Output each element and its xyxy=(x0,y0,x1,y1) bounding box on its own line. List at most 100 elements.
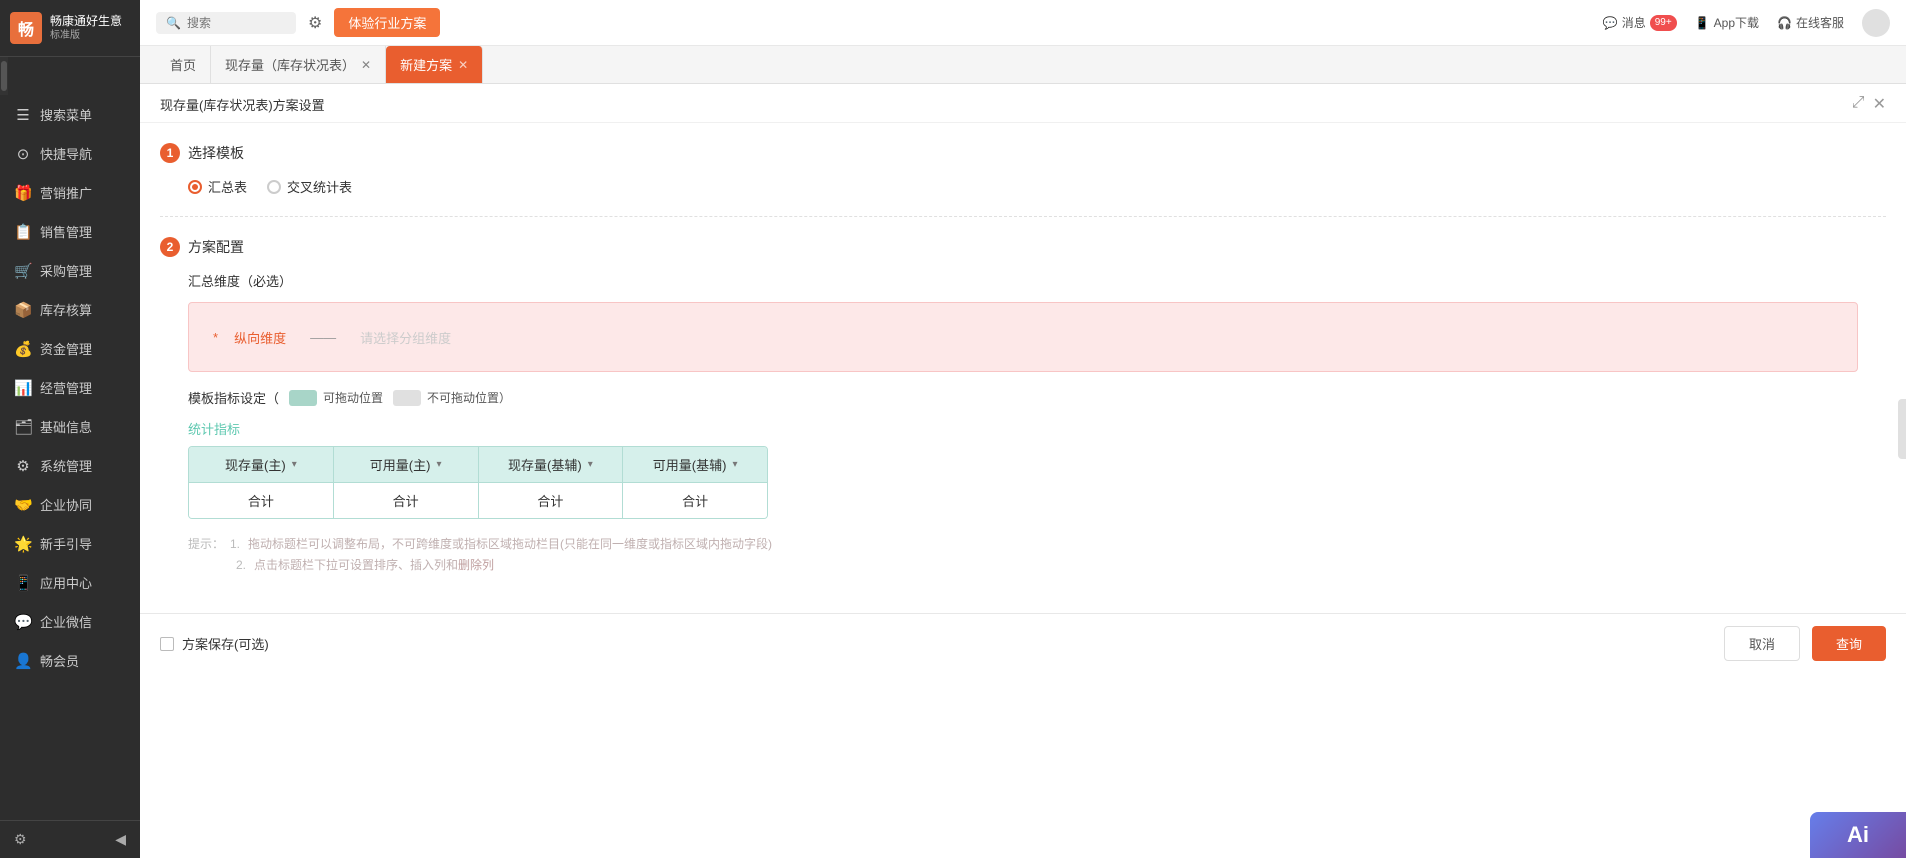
sidebar-item-sales[interactable]: 📋 销售管理 xyxy=(0,212,140,251)
stats-col-2-body: 合计 xyxy=(479,483,623,518)
divider1 xyxy=(160,216,1886,217)
sidebar-item-operations[interactable]: 📊 经营管理 xyxy=(0,368,140,407)
tips-section: 提示： 1. 拖动标题栏可以调整布局，不可跨维度或指标区域拖动栏目(只能在同一维… xyxy=(188,535,1858,573)
stats-table: 现存量(主) ▾ 合计 可用量(主) ▾ 合计 xyxy=(188,446,768,519)
wechat-corp-icon: 💬 xyxy=(14,613,32,631)
membership-icon: 👤 xyxy=(14,652,32,670)
stats-col-1-body: 合计 xyxy=(334,483,478,518)
tip-1: 提示： 1. 拖动标题栏可以调整布局，不可跨维度或指标区域拖动栏目(只能在同一维… xyxy=(188,535,1858,552)
chevron-down-icon-3[interactable]: ▾ xyxy=(732,459,737,470)
step2-section: 2 方案配置 汇总维度（必选） * 纵向维度 —— 请选择分组维度 xyxy=(160,237,1886,573)
newbie-icon: 🌟 xyxy=(14,535,32,553)
stats-col-1: 可用量(主) ▾ 合计 xyxy=(334,447,479,518)
save-label: 方案保存(可选) xyxy=(182,634,269,653)
search-menu-icon: ☰ xyxy=(14,106,32,124)
chevron-down-icon-2[interactable]: ▾ xyxy=(588,459,593,470)
sidebar-item-quick-nav[interactable]: ⊙ 快捷导航 xyxy=(0,134,140,173)
app-center-icon: 📱 xyxy=(14,574,32,592)
tip-2: 2. 点击标题栏下拉可设置排序、插入列和删除列 xyxy=(188,556,1858,573)
fixed-legend-box xyxy=(393,390,421,406)
step1-title: 1 选择模板 xyxy=(160,143,1886,163)
tab-inventory-close[interactable]: ✕ xyxy=(361,58,371,72)
chevron-down-icon-0[interactable]: ▾ xyxy=(292,459,297,470)
template-indicators-label: 模板指标设定（ 可拖动位置 不可拖动位置） xyxy=(188,388,1858,407)
step2-label: 方案配置 xyxy=(188,237,244,257)
sidebar-logo: 畅 畅康通好生意 标准版 xyxy=(0,0,140,57)
stats-col-2-header[interactable]: 现存量(基辅) ▾ xyxy=(479,447,623,483)
stats-col-0: 现存量(主) ▾ 合计 xyxy=(189,447,334,518)
sidebar-item-marketing[interactable]: 🎁 营销推广 xyxy=(0,173,140,212)
tab-home[interactable]: 首页 xyxy=(156,46,211,83)
topbar-right: 💬 消息 99+ 📱 App下载 🎧 在线客服 xyxy=(1603,9,1890,37)
inventory-icon: 📦 xyxy=(14,301,32,319)
tab-inventory[interactable]: 现存量（库存状况表） ✕ xyxy=(211,46,386,83)
expand-icon[interactable]: ⤢ xyxy=(1852,94,1865,114)
ai-badge[interactable]: Ai xyxy=(1810,812,1906,858)
cancel-button[interactable]: 取消 xyxy=(1724,626,1800,661)
topbar-search-box[interactable]: 🔍 xyxy=(156,12,296,34)
fixed-legend: 不可拖动位置） xyxy=(393,389,511,406)
trial-button[interactable]: 体验行业方案 xyxy=(334,8,440,37)
radio-cross[interactable]: 交叉统计表 xyxy=(267,177,352,196)
user-avatar[interactable] xyxy=(1862,9,1890,37)
save-checkbox[interactable] xyxy=(160,637,174,651)
step1-label: 选择模板 xyxy=(188,143,244,163)
message-icon: 💬 xyxy=(1603,16,1618,30)
dimension-config-area[interactable]: * 纵向维度 —— 请选择分组维度 xyxy=(188,302,1858,372)
movable-legend-box xyxy=(289,390,317,406)
sidebar-item-app-center[interactable]: 📱 应用中心 xyxy=(0,563,140,602)
topbar: 🔍 ⚙ 体验行业方案 💬 消息 99+ 📱 App下载 🎧 在线客服 xyxy=(140,0,1906,46)
corp-icon: 🤝 xyxy=(14,496,32,514)
radio-summary-circle xyxy=(188,180,202,194)
sidebar-item-newbie[interactable]: 🌟 新手引导 xyxy=(0,524,140,563)
app-download-button[interactable]: 📱 App下载 xyxy=(1695,14,1759,31)
stats-col-0-header[interactable]: 现存量(主) ▾ xyxy=(189,447,333,483)
tab-new-plan[interactable]: 新建方案 ✕ xyxy=(386,46,483,83)
sidebar: 畅 畅康通好生意 标准版 ☰ 搜索菜单 ⊙ 快捷导航 🎁 营销推广 📋 销售管理… xyxy=(0,0,140,858)
content-area: 现存量(库存状况表)方案设置 ⤢ ✕ 1 选择模板 汇总表 xyxy=(140,84,1906,858)
message-badge: 99+ xyxy=(1650,15,1677,31)
config-body: 1 选择模板 汇总表 交叉统计表 xyxy=(140,123,1906,613)
sidebar-item-membership[interactable]: 👤 畅会员 xyxy=(0,641,140,680)
template-indicators: 模板指标设定（ 可拖动位置 不可拖动位置） 统计指标 xyxy=(188,388,1858,519)
stats-col-3-header[interactable]: 可用量(基辅) ▾ xyxy=(623,447,767,483)
quick-nav-icon: ⊙ xyxy=(14,145,32,163)
sidebar-settings-icon[interactable]: ⚙ xyxy=(14,831,27,848)
sidebar-item-system[interactable]: ⚙ 系统管理 xyxy=(0,446,140,485)
topbar-left: 🔍 ⚙ 体验行业方案 xyxy=(156,8,440,37)
query-button[interactable]: 查询 xyxy=(1812,626,1886,661)
sidebar-item-search-menu[interactable]: ☰ 搜索菜单 xyxy=(0,95,140,134)
footer-bar: 方案保存(可选) 取消 查询 xyxy=(140,613,1906,673)
chevron-down-icon-1[interactable]: ▾ xyxy=(436,459,441,470)
sidebar-item-finance[interactable]: 💰 资金管理 xyxy=(0,329,140,368)
sidebar-item-corp[interactable]: 🤝 企业协同 xyxy=(0,485,140,524)
sidebar-item-purchase[interactable]: 🛒 采购管理 xyxy=(0,251,140,290)
search-icon: 🔍 xyxy=(166,16,181,30)
close-icon[interactable]: ✕ xyxy=(1873,94,1886,114)
stats-col-1-header[interactable]: 可用量(主) ▾ xyxy=(334,447,478,483)
support-icon: 🎧 xyxy=(1777,16,1792,30)
step1-section: 1 选择模板 汇总表 交叉统计表 xyxy=(160,143,1886,196)
sidebar-collapse-icon[interactable]: ◀ xyxy=(115,831,126,848)
search-input[interactable] xyxy=(187,16,286,30)
radio-cross-circle xyxy=(267,180,281,194)
movable-legend: 可拖动位置 xyxy=(289,389,383,406)
sidebar-item-inventory[interactable]: 📦 库存核算 xyxy=(0,290,140,329)
online-support-button[interactable]: 🎧 在线客服 xyxy=(1777,14,1844,31)
sidebar-item-wechat-corp[interactable]: 💬 企业微信 xyxy=(0,602,140,641)
sidebar-scrollbar[interactable] xyxy=(0,57,8,95)
marketing-icon: 🎁 xyxy=(14,184,32,202)
sales-icon: 📋 xyxy=(14,223,32,241)
purchase-icon: 🛒 xyxy=(14,262,32,280)
sidebar-item-basic-info[interactable]: 🗂 基础信息 xyxy=(0,407,140,446)
app-logo-icon: 畅 xyxy=(10,12,42,44)
topbar-settings-icon[interactable]: ⚙ xyxy=(308,13,322,33)
radio-summary[interactable]: 汇总表 xyxy=(188,177,247,196)
template-radio-group: 汇总表 交叉统计表 xyxy=(188,177,1886,196)
message-button[interactable]: 💬 消息 99+ xyxy=(1603,14,1677,31)
stats-col-3: 可用量(基辅) ▾ 合计 xyxy=(623,447,767,518)
page-title: 现存量(库存状况表)方案设置 xyxy=(160,95,325,114)
sidebar-nav: ☰ 搜索菜单 ⊙ 快捷导航 🎁 营销推广 📋 销售管理 🛒 采购管理 📦 库存核… xyxy=(0,95,140,820)
operations-icon: 📊 xyxy=(14,379,32,397)
tab-new-plan-close[interactable]: ✕ xyxy=(458,58,468,72)
